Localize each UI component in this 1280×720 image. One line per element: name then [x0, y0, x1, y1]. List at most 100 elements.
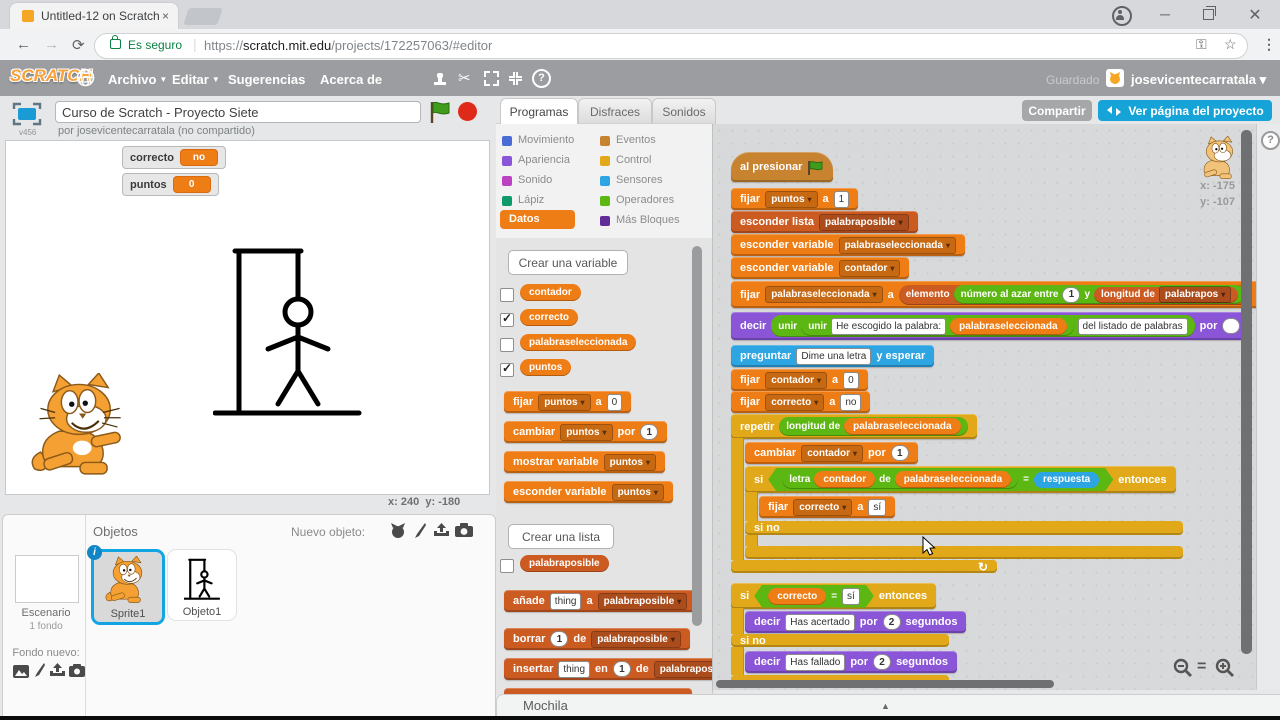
block-si-correcto[interactable]: si correcto = sí entonces: [731, 583, 937, 609]
block-esconder-variable-contador[interactable]: esconder variable contador: [731, 257, 910, 279]
variable-monitor[interactable]: puntos 0: [122, 173, 219, 196]
block-decir-has-acertado[interactable]: decir Has acertado por 2 segundos: [745, 611, 967, 633]
monitor-checkbox[interactable]: [500, 338, 514, 352]
tab-programas[interactable]: Programas: [500, 98, 578, 124]
category-operadores[interactable]: Operadores: [616, 194, 674, 206]
block-cambiar-contador[interactable]: cambiarcontador por1: [745, 442, 918, 464]
monitor-checkbox[interactable]: [500, 288, 514, 302]
zoom-out-icon[interactable]: [1173, 658, 1193, 678]
view-project-page-button[interactable]: Ver página del proyecto: [1098, 100, 1272, 121]
list-reporter[interactable]: palabraposible: [520, 555, 609, 572]
key-icon[interactable]: ⚿: [1196, 36, 1207, 53]
block-decir-has-fallado[interactable]: decir Has fallado por 2 segundos: [745, 651, 958, 673]
zoom-in-icon[interactable]: [1215, 658, 1235, 678]
block-mostrar-variable[interactable]: mostrar variable puntos: [504, 451, 665, 473]
zoom-reset-button[interactable]: =: [1197, 658, 1206, 676]
block-cambiar-variable[interactable]: cambiarpuntos por1: [504, 421, 668, 443]
monitor-checkbox[interactable]: [500, 311, 514, 327]
variable-monitor[interactable]: correcto no: [122, 146, 227, 169]
new-tab-button[interactable]: [183, 8, 223, 25]
reload-icon[interactable]: ⟳: [72, 36, 85, 54]
forward-icon[interactable]: →: [44, 36, 59, 53]
stop-sign-icon[interactable]: [458, 102, 477, 121]
menu-archivo[interactable]: Archivo ▼: [108, 72, 167, 87]
block-anade-a-lista[interactable]: añade thing a palabraposible: [504, 590, 697, 612]
block-si-letra[interactable]: si letra contador de palabraseleccionada =…: [745, 466, 1176, 493]
si-no-bar[interactable]: si no: [745, 521, 1183, 535]
block-esconder-variable[interactable]: esconder variable puntos: [504, 481, 673, 503]
category-apariencia[interactable]: Apariencia: [518, 154, 570, 166]
block-fijar-correcto-no[interactable]: fijarcorrecto ano: [731, 391, 871, 413]
category-mas-bloques[interactable]: Más Bloques: [616, 214, 680, 226]
help-button[interactable]: ?: [1261, 131, 1280, 150]
green-flag-icon[interactable]: [428, 100, 452, 124]
hangman-sprite[interactable]: [213, 241, 363, 421]
close-tab-icon[interactable]: ×: [162, 9, 169, 23]
block-fijar-variable[interactable]: fijarpuntos a0: [504, 391, 632, 413]
minimize-button[interactable]: ─: [1150, 6, 1180, 22]
block-borrar-de-lista[interactable]: borrar 1 de palabraposible: [504, 628, 690, 650]
camera-sprite-icon[interactable]: [455, 523, 473, 537]
category-control[interactable]: Control: [616, 154, 651, 166]
profile-icon[interactable]: [1112, 6, 1132, 26]
sprite-item-sprite1[interactable]: i Sprite1: [87, 545, 165, 625]
variable-reporter[interactable]: palabraseleccionada: [520, 334, 637, 351]
share-button[interactable]: Compartir: [1022, 100, 1092, 121]
variable-reporter[interactable]: puntos: [520, 359, 572, 376]
block-preguntar[interactable]: preguntar Dime una letra y esperar: [731, 345, 935, 367]
block-fijar-palabraseleccionada[interactable]: fijarpalabraseleccionada a elemento núme…: [731, 281, 1257, 308]
backpack-bar[interactable]: Mochila ▲: [496, 694, 1280, 718]
create-list-button[interactable]: Crear una lista: [508, 524, 614, 549]
menu-editar[interactable]: Editar ▼: [172, 72, 220, 87]
block-al-presionar-bandera[interactable]: al presionar: [731, 152, 834, 182]
block-esconder-variable-palabra[interactable]: esconder variable palabraseleccionada: [731, 234, 965, 256]
block-fijar-correcto-si[interactable]: fijarcorrecto así: [759, 496, 896, 518]
si-no-bar[interactable]: si no: [731, 634, 949, 647]
grow-sprite-icon[interactable]: [484, 71, 499, 86]
palette-scrollbar[interactable]: [692, 246, 702, 626]
scripts-horizontal-scrollbar[interactable]: [716, 680, 1054, 688]
restore-button[interactable]: [1203, 6, 1216, 20]
paint-new-sprite-icon[interactable]: [413, 522, 427, 539]
scratch-cat-sprite[interactable]: [28, 373, 128, 477]
url-text[interactable]: https://scratch.mit.edu/projects/1722570…: [204, 38, 492, 53]
variable-reporter[interactable]: correcto: [520, 309, 579, 326]
category-movimiento[interactable]: Movimiento: [518, 134, 574, 146]
category-datos-active[interactable]: Datos: [500, 210, 575, 229]
create-variable-button[interactable]: Crear una variable: [508, 250, 628, 275]
shrink-sprite-icon[interactable]: [508, 71, 523, 86]
stage[interactable]: correcto no puntos 0: [5, 140, 490, 495]
menu-sugerencias[interactable]: Sugerencias: [228, 72, 305, 87]
block-fijar-contador-0[interactable]: fijarcontador a0: [731, 369, 868, 391]
tab-disfraces[interactable]: Disfraces: [578, 98, 652, 124]
monitor-checkbox[interactable]: [500, 361, 514, 377]
upload-sprite-icon[interactable]: [433, 522, 450, 538]
project-title-input[interactable]: [55, 101, 421, 123]
category-sensores[interactable]: Sensores: [616, 174, 662, 186]
scripts-pane[interactable]: x: -175 y: -107 al presionar fijar puntos …: [712, 124, 1257, 690]
camera-backdrop-icon[interactable]: [69, 664, 85, 677]
upload-backdrop-icon[interactable]: [50, 663, 65, 678]
sprite-info-icon[interactable]: i: [87, 545, 102, 560]
small-stage-toggle-icon[interactable]: [12, 102, 42, 126]
category-sonido[interactable]: Sonido: [518, 174, 552, 186]
category-eventos[interactable]: Eventos: [616, 134, 656, 146]
block-decir-unir[interactable]: decir unir unir He escogido la palabra: …: [731, 312, 1250, 340]
delete-scissors-icon[interactable]: ✂: [458, 69, 471, 87]
block-insertar-en-lista[interactable]: insertar thing en 1 de palabrapos: [504, 658, 712, 680]
browser-menu-icon[interactable]: ⋮: [1262, 36, 1276, 53]
block-esconder-lista[interactable]: esconder lista palabraposible: [731, 211, 918, 233]
new-sprite-library-icon[interactable]: [389, 523, 407, 539]
backdrop-library-icon[interactable]: [13, 665, 29, 678]
block-fijar-puntos-1[interactable]: fijarpuntos a1: [731, 188, 859, 210]
browser-tab[interactable]: Untitled-12 on Scratch ×: [10, 3, 178, 29]
scripts-vertical-scrollbar[interactable]: [1241, 130, 1252, 654]
bookmark-star-icon[interactable]: ☆: [1224, 36, 1237, 53]
back-icon[interactable]: ←: [16, 36, 31, 53]
monitor-checkbox[interactable]: [500, 559, 514, 573]
menu-acerca-de[interactable]: Acerca de: [320, 72, 382, 87]
sprite-item-objeto1[interactable]: Objeto1: [167, 549, 237, 621]
block-help-icon[interactable]: ?: [532, 69, 551, 88]
duplicate-stamp-icon[interactable]: [432, 71, 448, 87]
block-repetir[interactable]: repetir longitud de palabraseleccionada: [731, 414, 977, 439]
